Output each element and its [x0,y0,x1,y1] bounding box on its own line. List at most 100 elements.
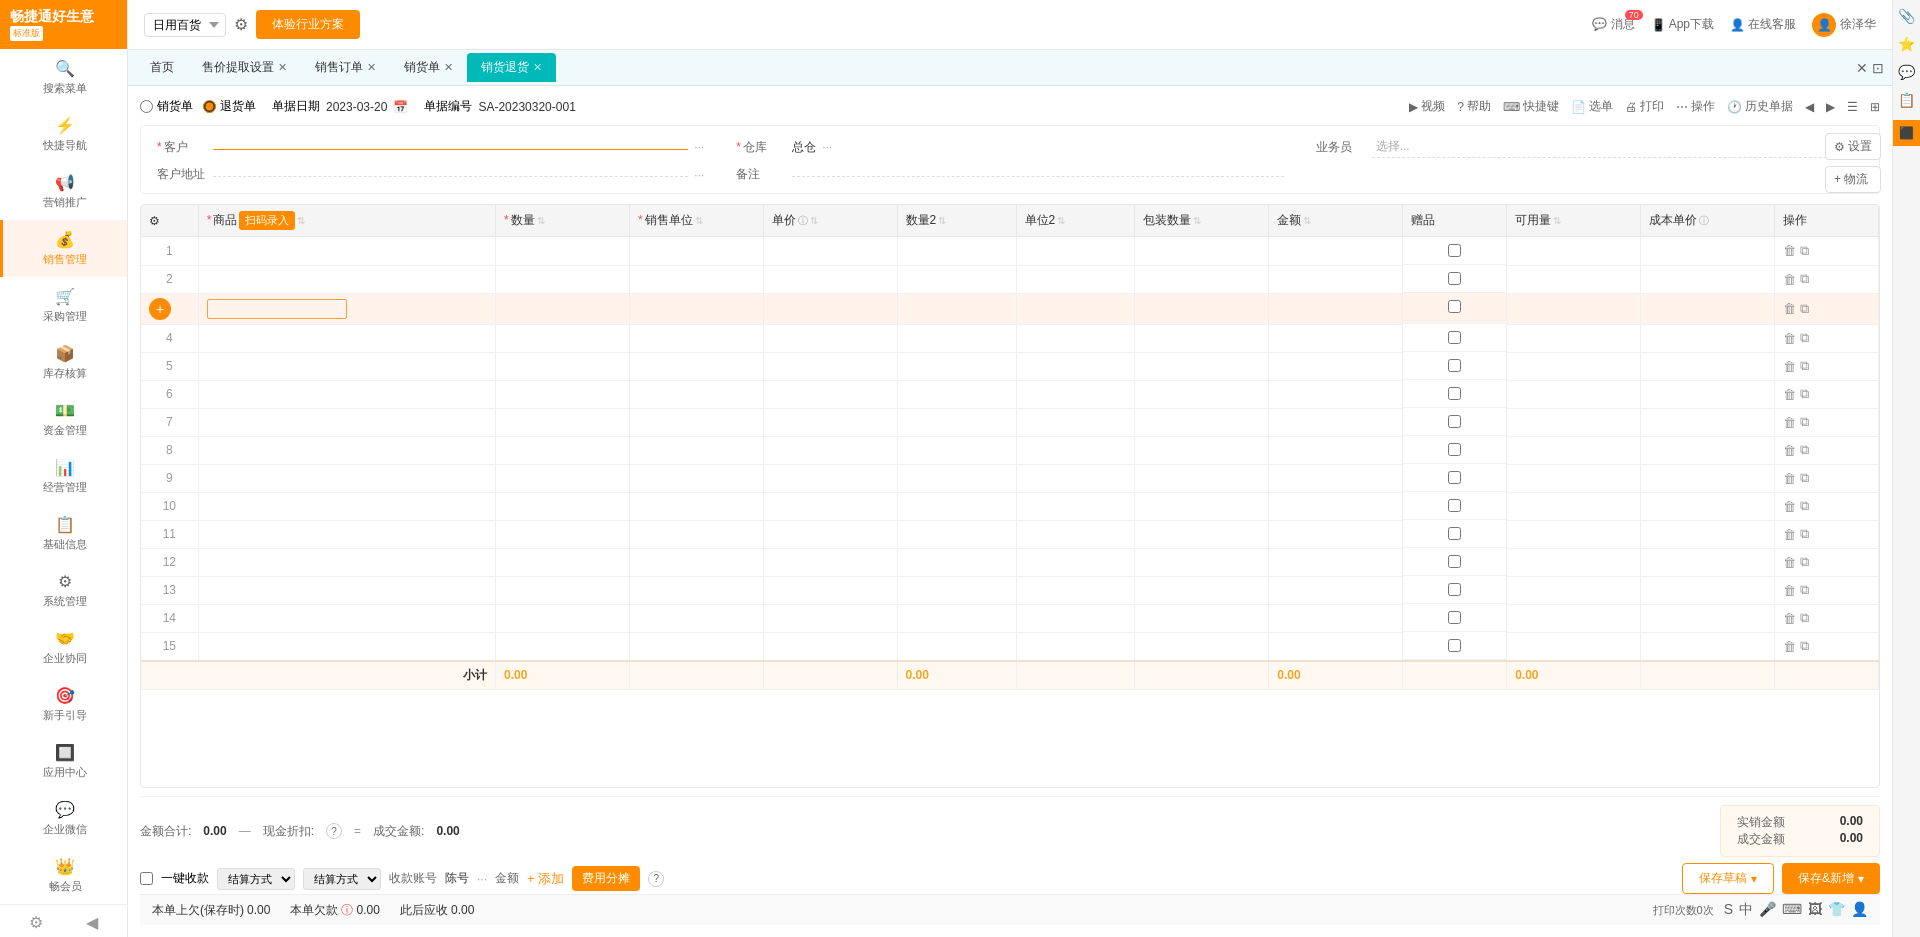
customer-more-icon[interactable]: ··· [694,140,704,154]
unit2-cell-3[interactable] [1016,293,1135,324]
next-record-btn[interactable]: ▶ [1826,100,1835,114]
radio-sales[interactable]: 销货单 [140,98,193,115]
online-service-btn[interactable]: 👤 在线客服 [1730,16,1796,33]
unit2-cell-2[interactable] [1016,265,1135,293]
unit-cell-3[interactable] [629,293,763,324]
copy-14[interactable]: ⧉ [1800,610,1809,626]
tab-sales-close[interactable]: ✕ [444,61,453,74]
amount-cell-3[interactable] [1269,293,1403,324]
calendar-icon[interactable]: 📅 [393,100,408,114]
gear-icon[interactable]: ⚙ [149,214,160,228]
del-6[interactable]: 🗑 [1783,387,1796,402]
del-4[interactable]: 🗑 [1783,331,1796,346]
available-cell-2[interactable] [1507,265,1641,293]
copy-8[interactable]: ⧉ [1800,442,1809,458]
gift-checkbox-3[interactable] [1448,300,1461,313]
sidebar-item-business[interactable]: 📊 经营管理 [0,448,127,505]
salesperson-input[interactable]: 选择... [1372,136,1847,158]
radio-return-input[interactable] [203,100,216,113]
del-15[interactable]: 🗑 [1783,639,1796,654]
user-profile[interactable]: 👤 徐泽华 [1812,13,1876,37]
save-new-btn[interactable]: 保存&新增 ▾ [1782,863,1880,894]
this-down-info-icon[interactable]: ⓘ [341,903,353,917]
video-btn[interactable]: ▶ 视频 [1409,98,1445,115]
account-more-icon[interactable]: ··· [477,872,487,886]
goods-cell-2[interactable] [198,265,495,293]
add-payment-btn[interactable]: + 添加 [527,870,564,888]
available-cell-3[interactable] [1507,293,1641,324]
rp-orange-btn[interactable]: ⬛ [1893,120,1921,146]
qty-cell-1[interactable] [496,237,630,266]
add-row-btn[interactable]: + [149,298,171,320]
operate-btn[interactable]: ⋯ 操作 [1676,98,1715,115]
copy-7[interactable]: ⧉ [1800,414,1809,430]
available-cell-1[interactable] [1507,237,1641,266]
address-input[interactable] [213,172,688,177]
sidebar-item-quick-nav[interactable]: ⚡ 快捷导航 [0,106,127,163]
del-12[interactable]: 🗑 [1783,555,1796,570]
tab-sales-order[interactable]: 销售订单 ✕ [301,53,390,82]
note-input[interactable] [792,172,1283,177]
copy-row-3[interactable]: ⧉ [1800,301,1809,317]
del-10[interactable]: 🗑 [1783,499,1796,514]
app-download-btn[interactable]: 📱 App下载 [1651,16,1714,33]
barcode-btn[interactable]: 扫码录入 [239,211,295,230]
goods-input-3[interactable] [207,299,347,319]
rp-icon-4[interactable]: 📋 [1898,92,1915,108]
address-more-icon[interactable]: ··· [694,168,704,182]
unit-cell-2[interactable] [629,265,763,293]
tab-sales[interactable]: 销货单 ✕ [390,53,467,82]
del-7[interactable]: 🗑 [1783,415,1796,430]
gift-checkbox-2[interactable] [1448,272,1461,285]
copy-13[interactable]: ⧉ [1800,582,1809,598]
view-list-btn[interactable]: ☰ [1847,100,1858,114]
price-cell-1[interactable] [763,237,897,266]
sidebar-item-inventory[interactable]: 📦 库存核算 [0,334,127,391]
del-9[interactable]: 🗑 [1783,471,1796,486]
toolbar-icon-mic[interactable]: 🎤 [1759,901,1776,919]
del-11[interactable]: 🗑 [1783,527,1796,542]
add-row-cell[interactable]: + [141,293,198,324]
copy-15[interactable]: ⧉ [1800,638,1809,654]
sidebar-item-search[interactable]: 🔍 搜索菜单 [0,49,127,106]
sidebar-item-system[interactable]: ⚙ 系统管理 [0,562,127,619]
tab-price-extract[interactable]: 售价提取设置 ✕ [188,53,301,82]
toolbar-icon-shirt[interactable]: 👕 [1828,901,1845,919]
gift-cell-3[interactable] [1403,293,1507,321]
pack-cell-1[interactable] [1135,237,1269,266]
sidebar-item-member[interactable]: 👑 畅会员 [0,847,127,904]
unit2-cell-1[interactable] [1016,237,1135,266]
print-btn[interactable]: 🖨 打印 [1625,98,1664,115]
save-draft-btn[interactable]: 保存草稿 ▾ [1682,863,1774,894]
shortcut-btn[interactable]: ⌨ 快捷键 [1503,98,1559,115]
calc-help-btn[interactable]: ? [326,823,342,839]
sidebar-item-app[interactable]: 🔲 应用中心 [0,733,127,790]
toolbar-icon-keyboard[interactable]: ⌨ [1782,901,1802,919]
gift-cell-1[interactable] [1403,237,1507,265]
amount-cell-1[interactable] [1269,237,1403,266]
th-gear[interactable]: ⚙ [141,205,198,237]
qty2-cell-3[interactable] [897,293,1016,324]
sidebar-item-collab[interactable]: 🤝 企业协同 [0,619,127,676]
sidebar-item-sales[interactable]: 💰 销售管理 [0,220,127,277]
toolbar-icon-person[interactable]: 👤 [1851,901,1868,919]
tab-return[interactable]: 销货退货 ✕ [467,53,556,82]
customer-input[interactable] [213,145,688,150]
pack-cell-3[interactable] [1135,293,1269,324]
pack-cell-2[interactable] [1135,265,1269,293]
rp-icon-1[interactable]: 📎 [1898,8,1915,24]
logistics-btn[interactable]: + 物流 [1825,166,1881,193]
qty-cell-2[interactable] [496,265,630,293]
tab-return-close[interactable]: ✕ [533,61,542,74]
del-8[interactable]: 🗑 [1783,443,1796,458]
settings-side-btn[interactable]: ⚙ 设置 [1825,133,1881,160]
calc-method-select[interactable]: 结算方式 [217,868,295,890]
view-grid-btn[interactable]: ⊞ [1870,100,1880,114]
settings-bottom-icon[interactable]: ⚙ [29,913,43,932]
gift-checkbox-1[interactable] [1448,244,1461,257]
toolbar-icon-zh[interactable]: 中 [1739,901,1753,919]
fee-help-icon[interactable]: ? [648,871,664,887]
delete-row-1[interactable]: 🗑 [1783,243,1796,258]
sidebar-item-finance[interactable]: 💵 资金管理 [0,391,127,448]
tab-price-close[interactable]: ✕ [278,61,287,74]
